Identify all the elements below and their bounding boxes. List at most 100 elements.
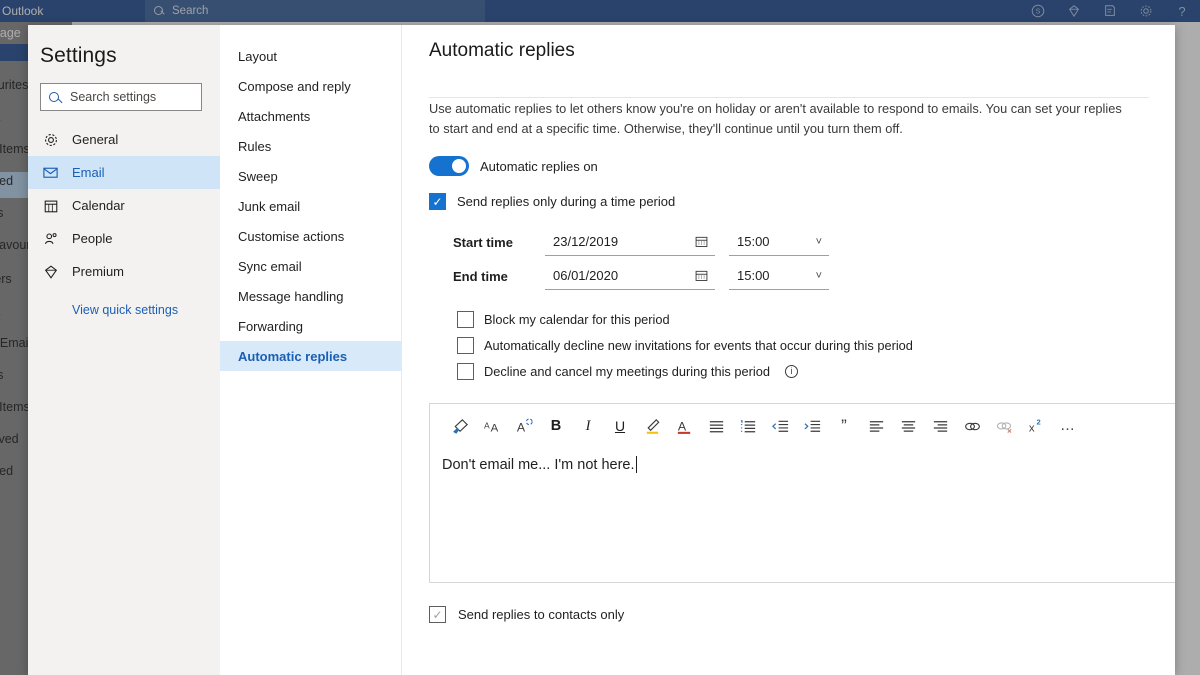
subnav-item-forwarding[interactable]: Forwarding bbox=[220, 311, 401, 341]
sidebar-item-calendar[interactable]: Calendar bbox=[28, 189, 220, 222]
settings-sidebar: Settings Search settings General Email C… bbox=[28, 25, 220, 675]
intro-text: Use automatic replies to let others know… bbox=[429, 101, 1122, 136]
sidebar-item-email[interactable]: Email bbox=[28, 156, 220, 189]
underline-icon[interactable]: U bbox=[604, 411, 636, 441]
block-calendar-checkbox[interactable] bbox=[457, 310, 474, 328]
sidebar-item-label: General bbox=[72, 132, 119, 147]
font-color-icon[interactable]: A bbox=[668, 411, 700, 441]
end-time-value: 15:00 bbox=[737, 268, 770, 283]
time-period-checkbox[interactable]: ✓ bbox=[429, 193, 446, 210]
option-decline-invitations: Automatically decline new invitations fo… bbox=[457, 332, 1175, 358]
date-time-block: Start time 23/12/2019 15:00 ˅ End time 0… bbox=[429, 222, 1175, 290]
sidebar-item-label: Calendar bbox=[72, 198, 125, 213]
start-time-value: 15:00 bbox=[737, 234, 770, 249]
subnav-item-sync-email[interactable]: Sync email bbox=[220, 251, 401, 281]
page-title: Automatic replies bbox=[429, 40, 575, 61]
check-icon: ✓ bbox=[432, 194, 443, 209]
italic-icon[interactable]: I bbox=[572, 411, 604, 441]
start-time-label: Start time bbox=[453, 235, 513, 250]
bold-icon[interactable]: B bbox=[540, 411, 572, 441]
subnav-item-junk-email[interactable]: Junk email bbox=[220, 191, 401, 221]
option-label: Decline and cancel my meetings during th… bbox=[484, 363, 770, 379]
check-icon: ✓ bbox=[432, 607, 443, 622]
align-center-icon[interactable] bbox=[892, 411, 924, 441]
time-period-checkbox-row: ✓ Send replies only during a time period bbox=[429, 193, 1175, 210]
numbered-list-icon[interactable] bbox=[732, 411, 764, 441]
svg-text:x: x bbox=[1028, 422, 1034, 434]
start-date-value: 23/12/2019 bbox=[553, 234, 619, 249]
more-options-icon[interactable]: … bbox=[1052, 411, 1084, 441]
decline-cancel-meetings-checkbox[interactable] bbox=[457, 362, 474, 380]
remove-link-icon[interactable] bbox=[988, 411, 1020, 441]
highlight-icon[interactable] bbox=[636, 411, 668, 441]
sidebar-item-premium[interactable]: Premium bbox=[28, 255, 220, 288]
bulleted-list-icon[interactable] bbox=[700, 411, 732, 441]
quote-icon[interactable]: ” bbox=[828, 411, 860, 441]
format-painter-icon[interactable] bbox=[444, 411, 476, 441]
insert-link-icon[interactable] bbox=[956, 411, 988, 441]
calendar-icon bbox=[42, 197, 59, 214]
gear-icon bbox=[42, 131, 59, 148]
svg-text:A: A bbox=[490, 422, 498, 434]
contacts-only-row: ✓ Send replies to contacts only bbox=[429, 606, 1175, 623]
people-icon bbox=[42, 230, 59, 247]
search-settings-placeholder: Search settings bbox=[70, 90, 157, 104]
svg-text:A: A bbox=[677, 419, 686, 433]
end-date-value: 06/01/2020 bbox=[553, 268, 619, 283]
settings-content-pane: Automatic replies Save Discard ✕ Use aut… bbox=[402, 25, 1175, 675]
subnav-item-layout[interactable]: Layout bbox=[220, 41, 401, 71]
search-settings-input[interactable]: Search settings bbox=[40, 83, 202, 111]
decrease-indent-icon[interactable] bbox=[764, 411, 796, 441]
sidebar-item-label: Email bbox=[72, 165, 105, 180]
settings-dialog: Settings Search settings General Email C… bbox=[28, 25, 1175, 675]
search-icon bbox=[49, 91, 62, 104]
align-left-icon[interactable] bbox=[860, 411, 892, 441]
reply-editor: AA A B I U A ” x 2 … Don't email me... I… bbox=[429, 403, 1175, 583]
start-date-input[interactable]: 23/12/2019 bbox=[545, 228, 715, 256]
automatic-replies-toggle[interactable] bbox=[429, 156, 469, 176]
start-time-select[interactable]: 15:00 ˅ bbox=[729, 228, 829, 256]
option-decline-cancel-meetings: Decline and cancel my meetings during th… bbox=[457, 358, 1175, 384]
automatic-replies-toggle-row: Automatic replies on bbox=[429, 156, 1175, 176]
info-icon[interactable]: i bbox=[784, 364, 798, 378]
contacts-only-label: Send replies to contacts only bbox=[458, 607, 625, 622]
subnav-item-compose-and-reply[interactable]: Compose and reply bbox=[220, 71, 401, 101]
option-label: Block my calendar for this period bbox=[484, 311, 670, 327]
time-period-label: Send replies only during a time period bbox=[457, 194, 676, 209]
subnav-item-attachments[interactable]: Attachments bbox=[220, 101, 401, 131]
chevron-down-icon: ˅ bbox=[815, 269, 822, 282]
calendar-icon[interactable] bbox=[694, 234, 709, 249]
settings-nav-list: General Email Calendar People Premium bbox=[28, 123, 220, 288]
end-time-select[interactable]: 15:00 ˅ bbox=[729, 262, 829, 290]
editor-toolbar: AA A B I U A ” x 2 … bbox=[430, 404, 1175, 448]
align-right-icon[interactable] bbox=[924, 411, 956, 441]
superscript-icon[interactable]: x2 bbox=[1020, 411, 1052, 441]
subnav-item-rules[interactable]: Rules bbox=[220, 131, 401, 161]
diamond-icon bbox=[42, 263, 59, 280]
reply-body-text: Don't email me... I'm not here. bbox=[442, 456, 635, 473]
settings-title: Settings bbox=[40, 44, 117, 67]
contacts-only-checkbox[interactable]: ✓ bbox=[429, 606, 446, 623]
option-label: Automatically decline new invitations fo… bbox=[484, 337, 913, 353]
subnav-item-automatic-replies[interactable]: Automatic replies bbox=[220, 341, 401, 371]
font-size-icon[interactable]: AA bbox=[476, 411, 508, 441]
end-date-input[interactable]: 06/01/2020 bbox=[545, 262, 715, 290]
subnav-item-customise-actions[interactable]: Customise actions bbox=[220, 221, 401, 251]
decline-invitations-checkbox[interactable] bbox=[457, 336, 474, 354]
view-quick-settings-link[interactable]: View quick settings bbox=[28, 303, 220, 317]
reply-body-text-area[interactable]: Don't email me... I'm not here. bbox=[430, 448, 1175, 473]
svg-text:2: 2 bbox=[1036, 417, 1040, 426]
subnav-item-sweep[interactable]: Sweep bbox=[220, 161, 401, 191]
clear-formatting-icon[interactable]: A bbox=[508, 411, 540, 441]
subnav-item-message-handling[interactable]: Message handling bbox=[220, 281, 401, 311]
content-body: Use automatic replies to let others know… bbox=[402, 77, 1175, 623]
calendar-icon[interactable] bbox=[694, 268, 709, 283]
increase-indent-icon[interactable] bbox=[796, 411, 828, 441]
sidebar-item-general[interactable]: General bbox=[28, 123, 220, 156]
content-header: Automatic replies Save Discard ✕ bbox=[402, 25, 1175, 77]
toggle-knob bbox=[452, 159, 466, 173]
options-list: Block my calendar for this period Automa… bbox=[429, 306, 1175, 384]
sidebar-item-people[interactable]: People bbox=[28, 222, 220, 255]
automatic-replies-toggle-label: Automatic replies on bbox=[480, 158, 598, 174]
chevron-down-icon: ˅ bbox=[815, 235, 822, 248]
